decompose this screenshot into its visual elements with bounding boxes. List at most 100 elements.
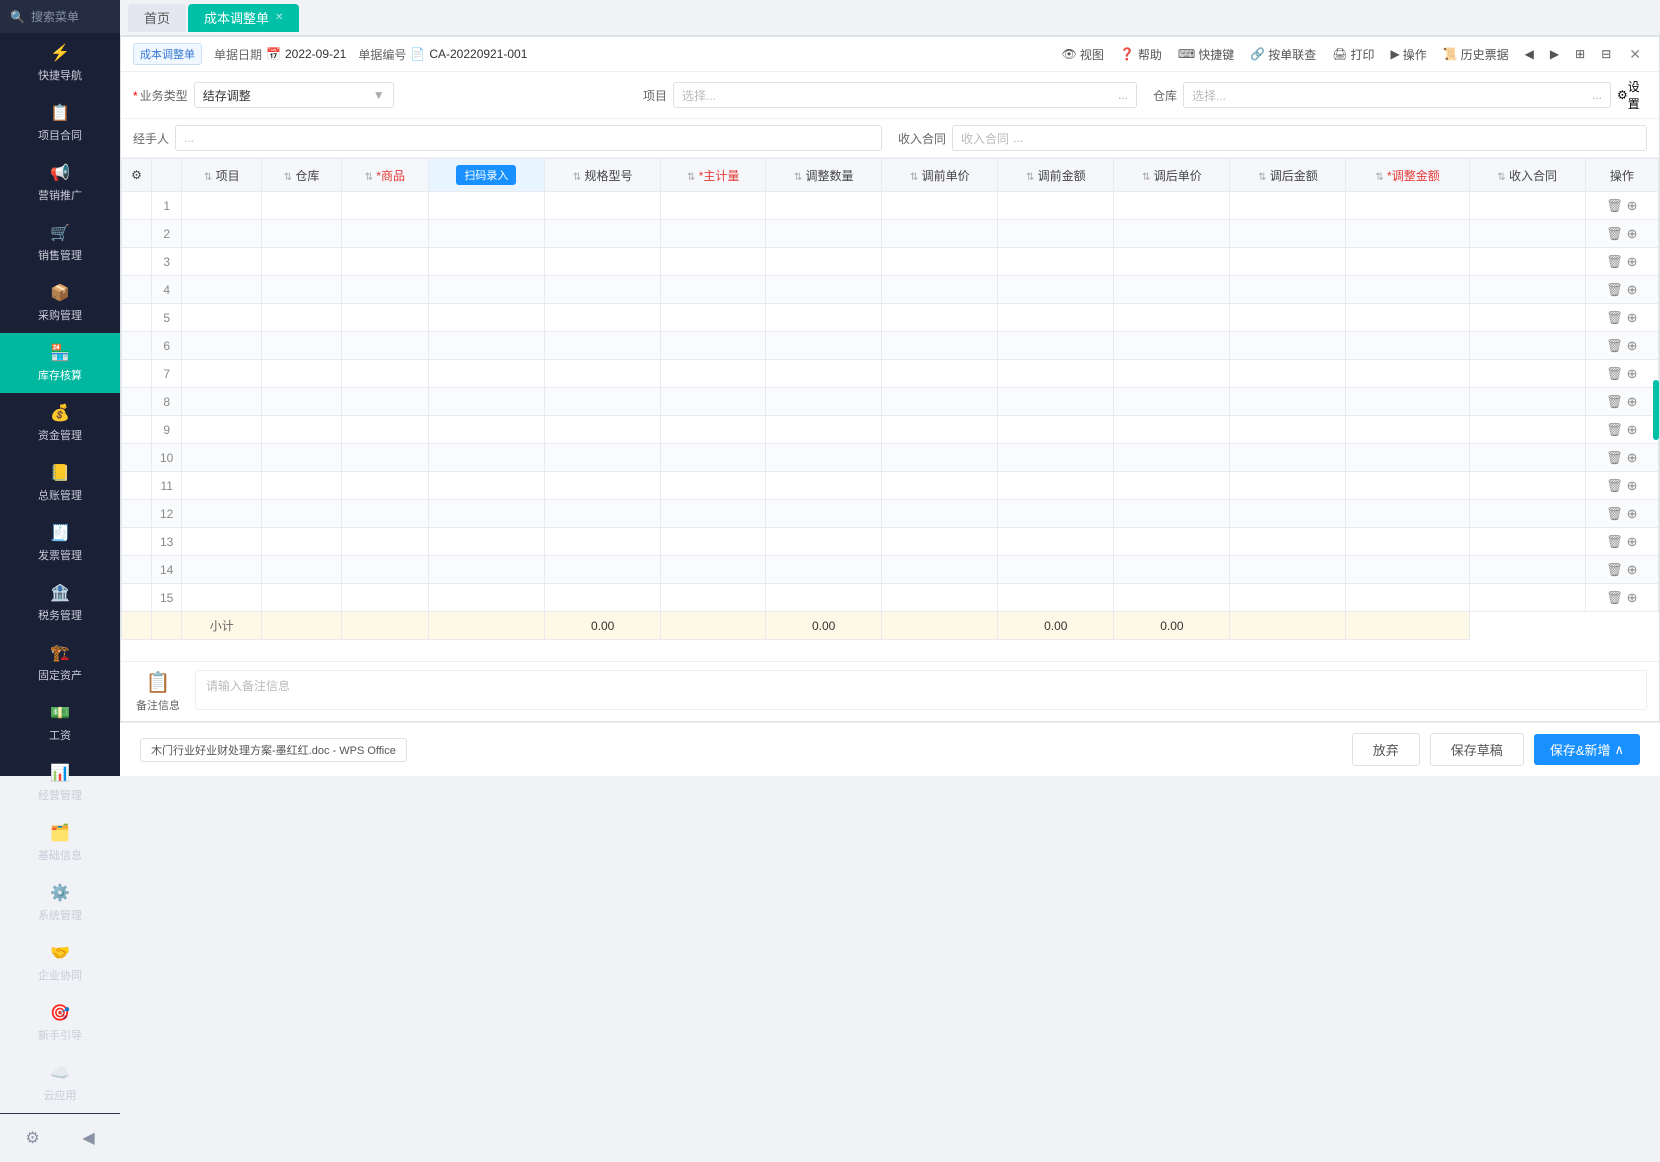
copy-icon-7[interactable]: ⊕ bbox=[1627, 366, 1638, 382]
sidebar-item-inventory[interactable]: 🏪库存核算 bbox=[0, 333, 120, 393]
copy-icon-6[interactable]: ⊕ bbox=[1627, 338, 1638, 354]
cell-spec-8[interactable] bbox=[545, 388, 661, 416]
taskbar-item[interactable]: 木门行业好业财处理方案-墨红红.doc - WPS Office bbox=[140, 738, 407, 762]
th-income-contract[interactable]: ⇅ 收入合同 bbox=[1469, 159, 1585, 192]
cell-after-amount-1[interactable] bbox=[1230, 192, 1346, 220]
delete-icon-9[interactable]: 🗑 bbox=[1606, 422, 1623, 438]
cell-spec-11[interactable] bbox=[545, 472, 661, 500]
form-settings-btn[interactable]: ⚙ 设置 bbox=[1617, 78, 1647, 112]
cell-action-3[interactable]: 🗑 ⊕ bbox=[1585, 248, 1658, 276]
cell-scan-6[interactable] bbox=[428, 332, 544, 360]
cell-spec-7[interactable] bbox=[545, 360, 661, 388]
delete-icon-13[interactable]: 🗑 bbox=[1606, 534, 1623, 550]
cell-adjust-qty-4[interactable] bbox=[766, 276, 882, 304]
cell-before-amount-1[interactable] bbox=[998, 192, 1114, 220]
cell-unit-8[interactable] bbox=[661, 388, 766, 416]
cell-project-9[interactable] bbox=[182, 416, 262, 444]
cell-income-contract-1[interactable] bbox=[1469, 192, 1585, 220]
cell-warehouse-12[interactable] bbox=[262, 500, 342, 528]
th-settings[interactable]: ⚙ bbox=[122, 159, 152, 192]
cell-scan-8[interactable] bbox=[428, 388, 544, 416]
sidebar-search[interactable]: 🔍 搜索菜单 bbox=[0, 0, 120, 33]
cell-spec-5[interactable] bbox=[545, 304, 661, 332]
cell-income-contract-10[interactable] bbox=[1469, 444, 1585, 472]
cell-before-amount-15[interactable] bbox=[998, 584, 1114, 612]
cell-product-6[interactable] bbox=[341, 332, 428, 360]
cell-project-5[interactable] bbox=[182, 304, 262, 332]
th-after-amount[interactable]: ⇅ 调后金额 bbox=[1230, 159, 1346, 192]
cell-unit-14[interactable] bbox=[661, 556, 766, 584]
sidebar-item-payroll[interactable]: 💵工资 bbox=[0, 693, 120, 753]
cell-after-price-8[interactable] bbox=[1114, 388, 1230, 416]
cell-income-contract-13[interactable] bbox=[1469, 528, 1585, 556]
cell-adjust-qty-3[interactable] bbox=[766, 248, 882, 276]
cell-income-contract-5[interactable] bbox=[1469, 304, 1585, 332]
cell-scan-5[interactable] bbox=[428, 304, 544, 332]
history-action-btn[interactable]: 📜 历史票据 bbox=[1439, 44, 1513, 65]
cell-spec-4[interactable] bbox=[545, 276, 661, 304]
cell-before-amount-3[interactable] bbox=[998, 248, 1114, 276]
save-new-button[interactable]: 保存&新增 ∧ bbox=[1534, 734, 1640, 765]
cell-before-price-2[interactable] bbox=[882, 220, 998, 248]
sidebar-item-ops[interactable]: 📊经营管理 bbox=[0, 753, 120, 813]
view-action-btn[interactable]: 👁 视图 bbox=[1058, 44, 1108, 65]
delete-icon-14[interactable]: 🗑 bbox=[1606, 562, 1623, 578]
cell-action-2[interactable]: 🗑 ⊕ bbox=[1585, 220, 1658, 248]
delete-icon-15[interactable]: 🗑 bbox=[1606, 590, 1623, 606]
cell-after-amount-6[interactable] bbox=[1230, 332, 1346, 360]
project-input[interactable]: 选择... ... bbox=[673, 82, 1137, 108]
review-action-btn[interactable]: 🔗 按单联查 bbox=[1246, 44, 1320, 65]
cell-after-price-15[interactable] bbox=[1114, 584, 1230, 612]
tab-cost-adjust[interactable]: 成本调整单✕ bbox=[188, 4, 299, 32]
cell-project-6[interactable] bbox=[182, 332, 262, 360]
cell-adjust-qty-7[interactable] bbox=[766, 360, 882, 388]
cell-project-10[interactable] bbox=[182, 444, 262, 472]
cell-adjust-qty-8[interactable] bbox=[766, 388, 882, 416]
delete-icon-7[interactable]: 🗑 bbox=[1606, 366, 1623, 382]
cell-unit-11[interactable] bbox=[661, 472, 766, 500]
cell-before-amount-6[interactable] bbox=[998, 332, 1114, 360]
cell-unit-9[interactable] bbox=[661, 416, 766, 444]
cell-warehouse-4[interactable] bbox=[262, 276, 342, 304]
cell-before-price-1[interactable] bbox=[882, 192, 998, 220]
copy-icon-2[interactable]: ⊕ bbox=[1627, 226, 1638, 242]
cell-adjust-qty-9[interactable] bbox=[766, 416, 882, 444]
warehouse-input[interactable]: 选择... ... bbox=[1183, 82, 1611, 108]
copy-icon-8[interactable]: ⊕ bbox=[1627, 394, 1638, 410]
sidebar-item-tax[interactable]: 🏦税务管理 bbox=[0, 573, 120, 633]
cell-action-9[interactable]: 🗑 ⊕ bbox=[1585, 416, 1658, 444]
cell-after-price-10[interactable] bbox=[1114, 444, 1230, 472]
cell-product-8[interactable] bbox=[341, 388, 428, 416]
cell-action-4[interactable]: 🗑 ⊕ bbox=[1585, 276, 1658, 304]
cell-warehouse-13[interactable] bbox=[262, 528, 342, 556]
cell-adjust-qty-13[interactable] bbox=[766, 528, 882, 556]
cell-scan-13[interactable] bbox=[428, 528, 544, 556]
cell-after-price-9[interactable] bbox=[1114, 416, 1230, 444]
th-adjust-qty[interactable]: ⇅ 调整数量 bbox=[766, 159, 882, 192]
cell-adjust-amount-8[interactable] bbox=[1346, 388, 1469, 416]
delete-icon-3[interactable]: 🗑 bbox=[1606, 254, 1623, 270]
cell-after-price-11[interactable] bbox=[1114, 472, 1230, 500]
cell-product-7[interactable] bbox=[341, 360, 428, 388]
cell-adjust-amount-15[interactable] bbox=[1346, 584, 1469, 612]
copy-icon-12[interactable]: ⊕ bbox=[1627, 506, 1638, 522]
sidebar-item-cloud[interactable]: ☁️云应用 bbox=[0, 1053, 120, 1113]
cell-warehouse-5[interactable] bbox=[262, 304, 342, 332]
cell-income-contract-3[interactable] bbox=[1469, 248, 1585, 276]
cell-project-13[interactable] bbox=[182, 528, 262, 556]
cell-before-amount-4[interactable] bbox=[998, 276, 1114, 304]
sidebar-item-invoice[interactable]: 🧾发票管理 bbox=[0, 513, 120, 573]
cell-project-3[interactable] bbox=[182, 248, 262, 276]
copy-icon-15[interactable]: ⊕ bbox=[1627, 590, 1638, 606]
cell-action-10[interactable]: 🗑 ⊕ bbox=[1585, 444, 1658, 472]
cell-adjust-amount-10[interactable] bbox=[1346, 444, 1469, 472]
shortcut-action-btn[interactable]: ⌨ 快捷键 bbox=[1174, 44, 1238, 65]
delete-icon-10[interactable]: 🗑 bbox=[1606, 450, 1623, 466]
cell-action-15[interactable]: 🗑 ⊕ bbox=[1585, 584, 1658, 612]
cell-income-contract-14[interactable] bbox=[1469, 556, 1585, 584]
cell-project-4[interactable] bbox=[182, 276, 262, 304]
cell-scan-11[interactable] bbox=[428, 472, 544, 500]
cell-after-amount-8[interactable] bbox=[1230, 388, 1346, 416]
cell-after-amount-4[interactable] bbox=[1230, 276, 1346, 304]
cell-after-amount-7[interactable] bbox=[1230, 360, 1346, 388]
